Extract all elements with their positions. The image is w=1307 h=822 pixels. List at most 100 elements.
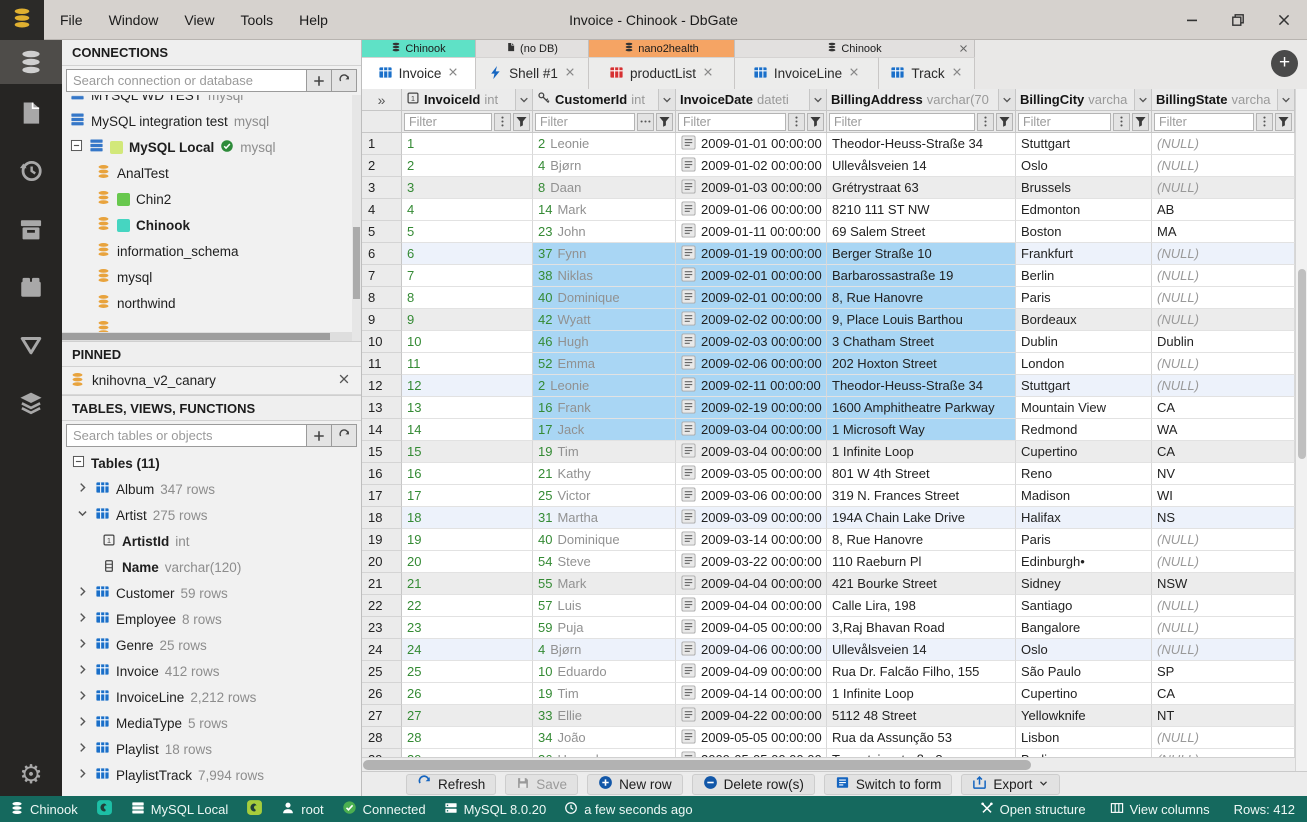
cell-invoicedate[interactable]: 2009-04-22 00:00:00 [676, 705, 827, 727]
row-number[interactable]: 9 [362, 309, 402, 331]
connections-vertical-scrollbar[interactable] [352, 95, 361, 341]
cell-customerid[interactable]: 40 Dominique [533, 529, 676, 551]
cell-customerid[interactable]: 25 Victor [533, 485, 676, 507]
cell-invoicedate[interactable]: 2009-03-04 00:00:00 [676, 419, 827, 441]
cell-customerid[interactable]: 36Hannah [533, 749, 676, 757]
cell-billingaddress[interactable]: 1 Infinite Loop [827, 441, 1016, 463]
cell-customerid[interactable]: 2 Leonie [533, 133, 676, 155]
scrollbar-thumb[interactable] [1298, 269, 1306, 459]
cell-billingcity[interactable]: Lisbon [1016, 727, 1152, 749]
cell-invoiceid[interactable]: 19 [402, 529, 533, 551]
cell-billingcity[interactable]: Santiago [1016, 595, 1152, 617]
cell-note-icon[interactable] [681, 178, 696, 197]
cell-customerid[interactable]: 40 Dominique [533, 287, 676, 309]
cell-billingstate[interactable]: NS [1152, 507, 1295, 529]
cell-billingcity[interactable]: Dublin [1016, 331, 1152, 353]
database-tab-nano2health[interactable]: nano2health [589, 40, 735, 57]
cell-billingstate[interactable]: NSW [1152, 573, 1295, 595]
ellipsis-icon[interactable] [637, 112, 654, 131]
cell-billingaddress[interactable]: 194A Chain Lake Drive [827, 507, 1016, 529]
cell-invoiceid[interactable]: 5 [402, 221, 533, 243]
cell-invoiceid[interactable]: 3 [402, 177, 533, 199]
cell-billingaddress[interactable]: Berger Straße 10 [827, 243, 1016, 265]
row-number[interactable]: 13 [362, 397, 402, 419]
cell-billingaddress[interactable]: 801 W 4th Street [827, 463, 1016, 485]
tables-root-item[interactable]: Tables (11) [62, 450, 361, 476]
row-number[interactable]: 4 [362, 199, 402, 221]
activity-database-icon[interactable] [0, 40, 62, 84]
cell-note-icon[interactable] [681, 728, 696, 747]
close-tab-icon[interactable] [702, 66, 714, 81]
connection-item-mysql-integration-test[interactable]: MySQL integration test mysql [62, 108, 361, 134]
funnel-icon[interactable] [656, 112, 673, 131]
cell-invoicedate[interactable]: 2009-03-04 00:00:00 [676, 441, 827, 463]
menu-help[interactable]: Help [299, 12, 328, 28]
table-item-genre[interactable]: Genre 25 rows [62, 632, 361, 658]
status-chip[interactable] [96, 799, 113, 819]
cell-billingstate[interactable]: (NULL) [1152, 287, 1295, 309]
row-number[interactable]: 23 [362, 617, 402, 639]
cell-billingcity[interactable]: Paris [1016, 529, 1152, 551]
column-menu-button[interactable] [998, 89, 1015, 110]
cell-billingstate[interactable]: (NULL) [1152, 155, 1295, 177]
cell-billingcity[interactable]: Oslo [1016, 639, 1152, 661]
chevron-right-icon[interactable] [76, 585, 89, 601]
row-number[interactable]: 26 [362, 683, 402, 705]
cell-note-icon[interactable] [681, 288, 696, 307]
cell-billingaddress[interactable]: 8210 111 ST NW [827, 199, 1016, 221]
tab-invoiceline[interactable]: InvoiceLine [735, 57, 879, 89]
cell-billingaddress[interactable]: 9, Place Louis Barthou [827, 309, 1016, 331]
funnel-icon[interactable] [1132, 112, 1149, 131]
column-header-billingstate[interactable]: BillingState varcha [1152, 89, 1295, 111]
cell-billingcity[interactable]: Edinburgh• [1016, 551, 1152, 573]
funnel-icon[interactable] [1275, 112, 1292, 131]
row-number[interactable]: 16 [362, 463, 402, 485]
minimize-button[interactable] [1183, 11, 1201, 29]
expand-minus-icon[interactable] [70, 139, 83, 155]
row-number[interactable]: 8 [362, 287, 402, 309]
cell-billingaddress[interactable]: 110 Raeburn Pl [827, 551, 1016, 573]
column-header-invoicedate[interactable]: InvoiceDate dateti [676, 89, 827, 111]
activity-archive-icon[interactable] [0, 200, 62, 258]
chevron-right-icon[interactable] [76, 767, 89, 783]
dots-vertical-icon[interactable] [788, 112, 805, 131]
row-number[interactable]: 15 [362, 441, 402, 463]
cell-billingstate[interactable]: (NULL) [1152, 639, 1295, 661]
cell-customerid[interactable]: 57 Luis [533, 595, 676, 617]
toolbar-save-button[interactable]: Save [505, 773, 579, 795]
cell-invoicedate[interactable]: 2009-01-02 00:00:00 [676, 155, 827, 177]
cell-invoicedate[interactable]: 2009-01-11 00:00:00 [676, 221, 827, 243]
cell-invoicedate[interactable]: 2009-03-14 00:00:00 [676, 529, 827, 551]
activity-history-icon[interactable] [0, 142, 62, 200]
cell-billingstate[interactable]: (NULL) [1152, 177, 1295, 199]
activity-book-icon[interactable] [0, 258, 62, 316]
row-number[interactable]: 20 [362, 551, 402, 573]
cell-invoiceid[interactable]: 25 [402, 661, 533, 683]
row-number[interactable]: 14 [362, 419, 402, 441]
database-tab-chinook[interactable]: Chinook [362, 40, 476, 57]
cell-billingcity[interactable]: Edmonton [1016, 199, 1152, 221]
cell-billingcity[interactable]: Frankfurt [1016, 243, 1152, 265]
cell-invoicedate[interactable]: 2009-04-04 00:00:00 [676, 595, 827, 617]
database-tab--no-db-[interactable]: (no DB) [476, 40, 589, 57]
close-tab-icon[interactable] [564, 66, 576, 81]
cell-customerid[interactable]: 38 Niklas [533, 265, 676, 287]
activity-file-icon[interactable] [0, 84, 62, 142]
cell-invoicedate[interactable]: 2009-03-22 00:00:00 [676, 551, 827, 573]
cell-billingcity[interactable]: Yellowknife [1016, 705, 1152, 727]
cell-invoiceid[interactable]: 29 [402, 749, 533, 757]
cell-billingaddress[interactable]: Theodor-Heuss-Straße 34 [827, 133, 1016, 155]
table-item-customer[interactable]: Customer 59 rows [62, 580, 361, 606]
dots-vertical-icon[interactable] [1256, 112, 1273, 131]
cell-customerid[interactable]: 55 Mark [533, 573, 676, 595]
cell-customerid[interactable]: 19 Tim [533, 441, 676, 463]
cell-invoiceid[interactable]: 6 [402, 243, 533, 265]
filter-input[interactable] [404, 112, 492, 131]
tab-invoice[interactable]: Invoice [362, 57, 476, 89]
connection-item-information-schema[interactable]: information_schema [62, 238, 361, 264]
cell-billingcity[interactable]: Reno [1016, 463, 1152, 485]
cell-invoiceid[interactable]: 9 [402, 309, 533, 331]
cell-note-icon[interactable] [681, 706, 696, 725]
row-number[interactable]: 3 [362, 177, 402, 199]
funnel-icon[interactable] [807, 112, 824, 131]
